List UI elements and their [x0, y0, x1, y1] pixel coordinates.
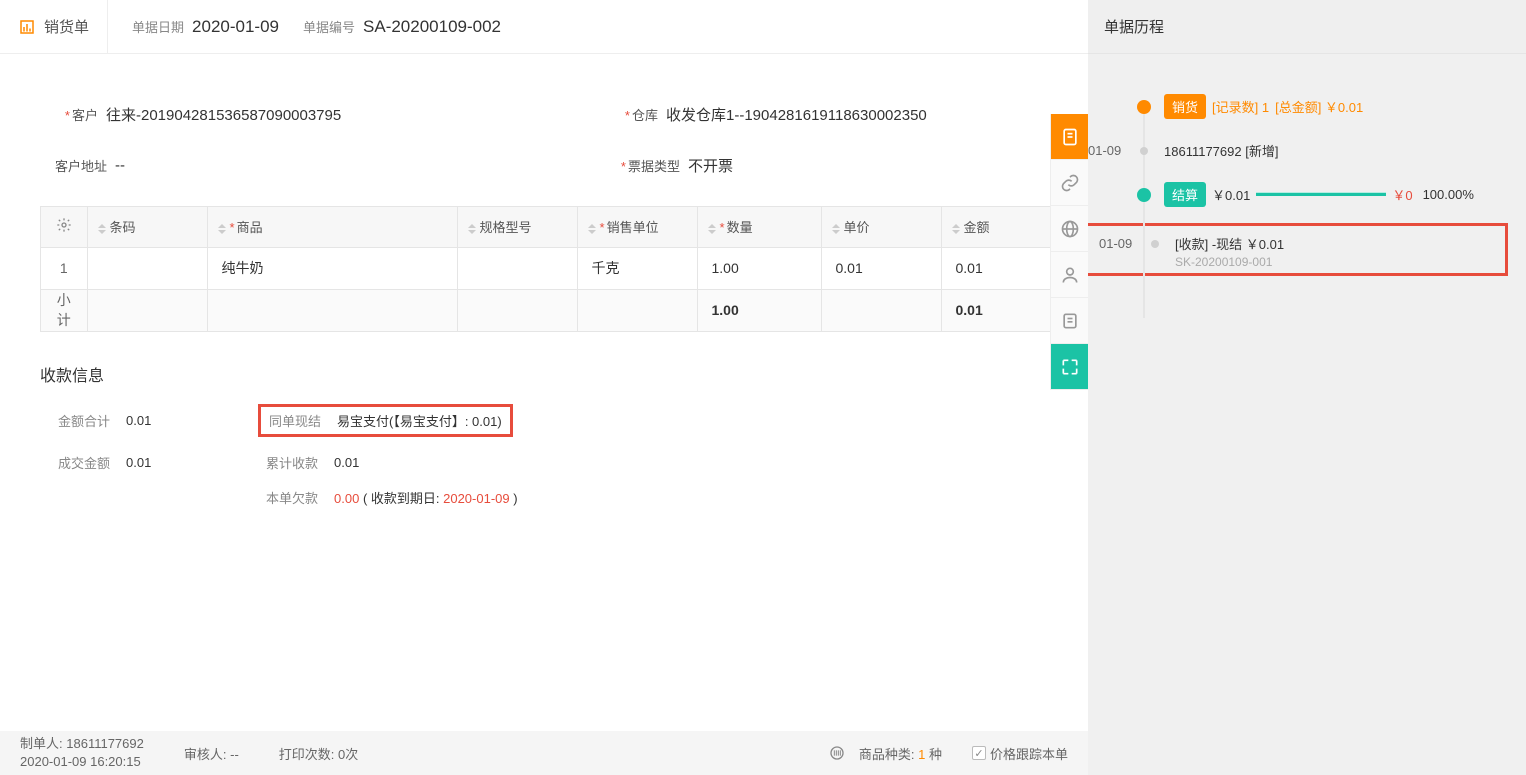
col-product[interactable]: *商品	[207, 207, 457, 247]
sale-badge: 销货	[1164, 94, 1206, 119]
col-qty[interactable]: *数量	[697, 207, 821, 247]
col-unit[interactable]: *销售单位	[577, 207, 697, 247]
timeline-line	[1143, 108, 1145, 318]
link-icon-button[interactable]	[1050, 160, 1088, 206]
col-price[interactable]: 单价	[821, 207, 941, 247]
payment-section: 收款信息 金额合计 0.01 同单现结 易宝支付(【易宝支付】: 0.01) 成…	[40, 362, 1060, 507]
document-tab[interactable]: 销货单	[0, 0, 108, 53]
timeline-dot-small	[1140, 147, 1148, 155]
history-title: 单据历程	[1088, 0, 1526, 54]
note-icon-button[interactable]	[1050, 114, 1088, 160]
payment-title: 收款信息	[40, 362, 1060, 386]
sales-order-icon	[18, 18, 36, 36]
col-barcode[interactable]: 条码	[87, 207, 207, 247]
timeline-sale: 销货 [记录数] 1 [总金额] ￥0.01	[1118, 94, 1508, 119]
timeline-dot-orange	[1137, 100, 1151, 114]
document-header: 销货单 单据日期 2020-01-09 单据编号 SA-20200109-002	[0, 0, 1088, 54]
subtotal-row: 小计 1.00 0.01	[41, 289, 1059, 331]
progress-bar	[1256, 193, 1386, 196]
product-kind: 商品种类: 1 种	[859, 744, 942, 763]
expand-icon-button[interactable]	[1050, 344, 1088, 390]
doc-date-field: 单据日期 2020-01-09	[132, 17, 279, 37]
table-row[interactable]: 1 纯牛奶 千克 1.00 0.01 0.01	[41, 247, 1059, 289]
timeline-dot-teal	[1137, 188, 1151, 202]
user-icon-button[interactable]	[1050, 252, 1088, 298]
cash-settle-highlight: 同单现结 易宝支付(【易宝支付】: 0.01)	[258, 404, 513, 437]
history-panel: 单据历程 销货 [记录数] 1 [总金额] ￥0.01 01-09 186111…	[1088, 0, 1526, 775]
side-toolbar	[1050, 114, 1088, 390]
receipt-icon-button[interactable]	[1050, 298, 1088, 344]
barcode-icon	[829, 745, 845, 761]
price-track-checkbox[interactable]: ✓ 价格跟踪本单	[972, 744, 1068, 763]
col-amount[interactable]: 金额	[941, 207, 1059, 247]
footer-auditor: 审核人: --	[184, 744, 239, 763]
footer-print-count: 打印次数: 0次	[279, 744, 358, 763]
timeline-settle: 结算 ￥0.01 ￥0 100.00%	[1118, 182, 1508, 207]
footer-creator: 制单人: 18611177692 2020-01-09 16:20:15	[20, 735, 144, 771]
tab-title: 销货单	[44, 16, 89, 37]
doc-number-field: 单据编号 SA-20200109-002	[303, 17, 501, 37]
timeline-new-entry: 01-09 18611177692 [新增]	[1118, 141, 1508, 160]
footer-bar: 制单人: 18611177692 2020-01-09 16:20:15 审核人…	[0, 731, 1088, 775]
receipt-number: SK-20200109-001	[1175, 255, 1495, 269]
address-field: 客户地址 --	[40, 155, 600, 176]
globe-icon-button[interactable]	[1050, 206, 1088, 252]
settle-badge: 结算	[1164, 182, 1206, 207]
customer-field: *客户 往来-201904281536587090003795	[40, 104, 600, 125]
line-items-table: 条码 *商品 规格型号 *销售单位 *数量 单价 金额 1	[40, 206, 1060, 332]
col-spec[interactable]: 规格型号	[457, 207, 577, 247]
timeline-dot-small	[1151, 240, 1159, 248]
table-settings-button[interactable]	[41, 207, 87, 247]
receipt-highlight: 01-09 [收款] -现结 ￥0.01 SK-20200109-001	[1082, 223, 1508, 276]
